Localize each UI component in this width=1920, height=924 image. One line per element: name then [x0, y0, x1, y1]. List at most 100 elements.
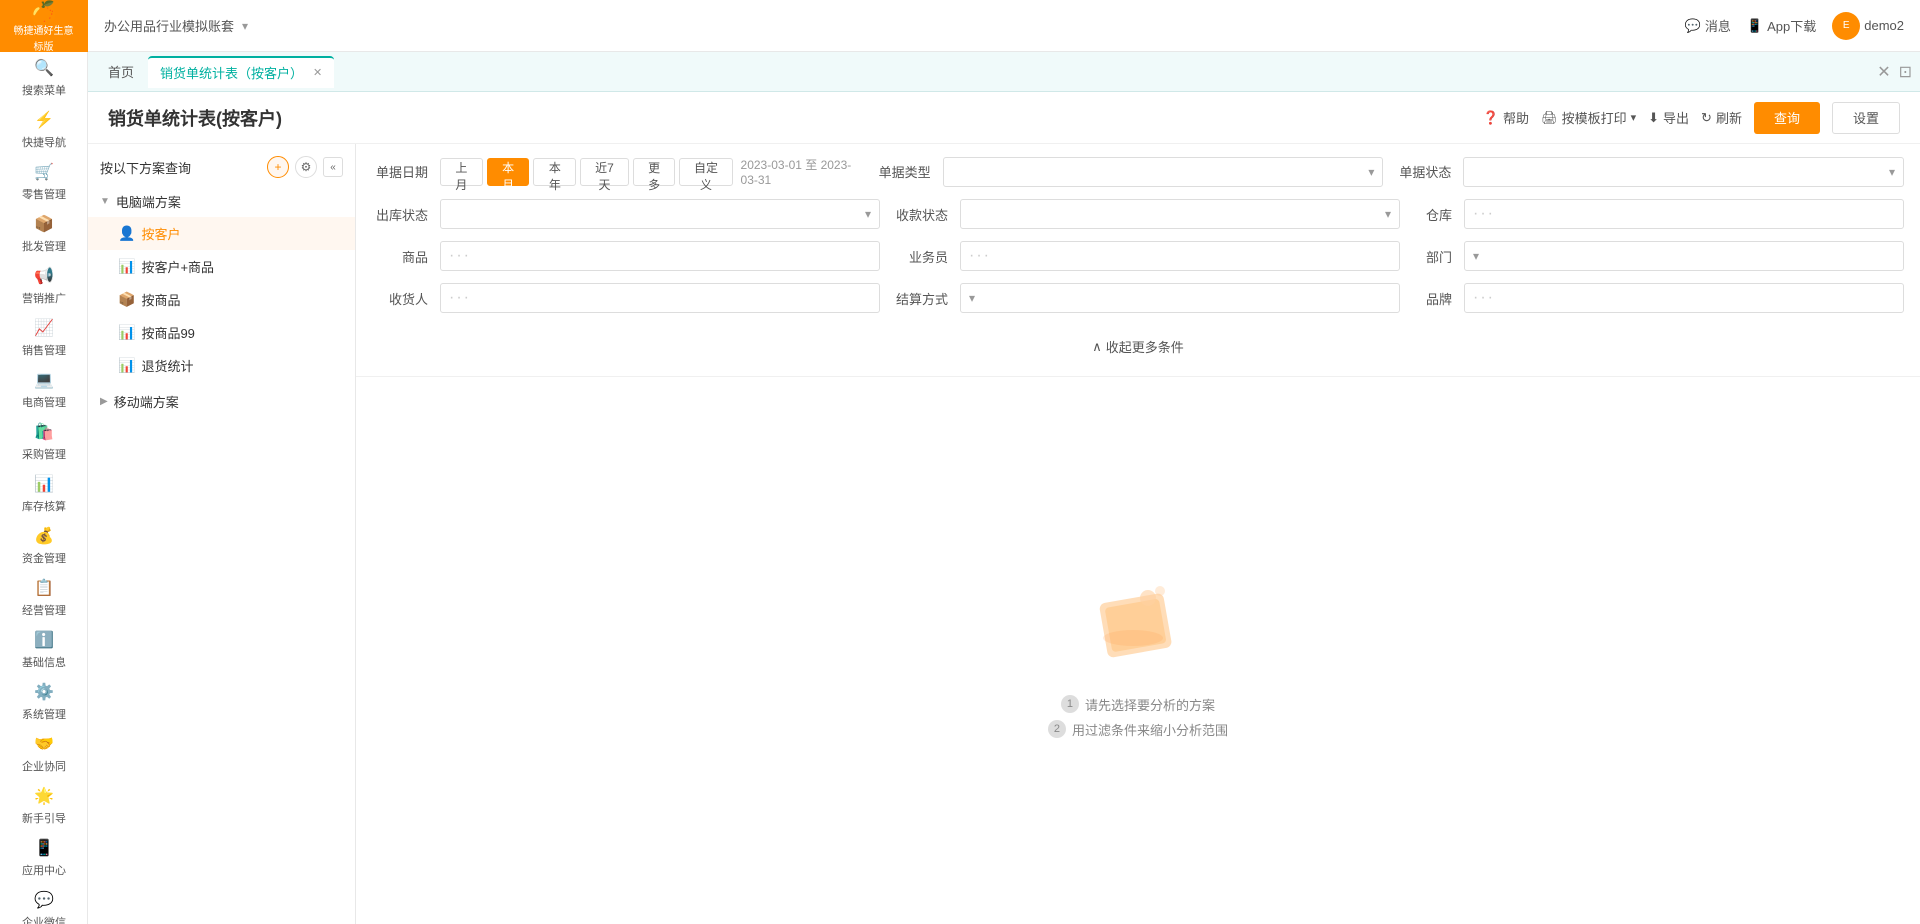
scheme-add-button[interactable]: +	[267, 156, 289, 178]
header-dropdown-text[interactable]: 办公用品行业模拟账套	[104, 16, 234, 35]
date-btn-custom[interactable]: 自定义	[679, 158, 732, 186]
receiver-dots: ···	[449, 289, 471, 307]
doc-status-arrow: ▾	[1889, 165, 1895, 179]
sidebar-icon-9: 💰	[34, 526, 54, 546]
payment-select[interactable]: ▾	[960, 283, 1400, 313]
date-btn-this-year[interactable]: 本年	[533, 158, 576, 186]
header-dropdown-arrow[interactable]: ▾	[242, 19, 248, 33]
doc-status-select[interactable]: ▾	[1463, 157, 1904, 187]
sidebar-item-16[interactable]: 💬企业微信	[0, 884, 87, 924]
sidebar-item-13[interactable]: 🤝企业协同	[0, 728, 87, 780]
scheme-settings-button[interactable]: ⚙	[295, 156, 317, 178]
sidebar-label-1: 快捷导航	[22, 134, 66, 150]
payment-arrow: ▾	[969, 291, 975, 305]
sidebar-label-10: 经营管理	[22, 602, 66, 618]
scheme-item-label-4: 退货统计	[141, 356, 193, 375]
app-download-label: App下载	[1767, 16, 1816, 35]
sidebar-icon-0: 🔍	[34, 58, 54, 78]
sidebar-item-1[interactable]: ⚡快捷导航	[0, 104, 87, 156]
scheme-item-2[interactable]: 📦按商品	[88, 283, 355, 316]
empty-hint-2: 2 用过滤条件来缩小分析范围	[1048, 720, 1228, 739]
scheme-item-0[interactable]: 👤按客户	[88, 217, 355, 250]
refresh-label: 刷新	[1716, 108, 1742, 127]
warehouse-select[interactable]: ···	[1464, 199, 1904, 229]
tab-close-icon[interactable]: ✕	[1877, 62, 1890, 82]
sidebar-label-12: 系统管理	[22, 706, 66, 722]
help-button[interactable]: ❓ 帮助	[1483, 108, 1529, 127]
sidebar-item-12[interactable]: ⚙️系统管理	[0, 676, 87, 728]
receipt-status-select[interactable]: ▾	[960, 199, 1400, 229]
query-button[interactable]: 查询	[1754, 102, 1820, 134]
refresh-button[interactable]: ↻ 刷新	[1701, 108, 1742, 127]
sidebar-item-8[interactable]: 📊库存核算	[0, 468, 87, 520]
date-btn-this-month[interactable]: 本月	[487, 158, 530, 186]
doc-type-arrow: ▾	[1368, 165, 1374, 179]
hint-text-1: 请先选择要分析的方案	[1085, 695, 1215, 714]
department-select[interactable]: ▾	[1464, 241, 1904, 271]
sidebar-item-10[interactable]: 📋经营管理	[0, 572, 87, 624]
collapse-button[interactable]: ∧ 收起更多条件	[1092, 329, 1184, 364]
tab-maximize-icon[interactable]: ⊡	[1899, 62, 1912, 82]
template-print-button[interactable]: 🖨 按模板打印 ▾	[1541, 108, 1636, 127]
scheme-collapse-button[interactable]: «	[323, 157, 343, 177]
doc-type-select[interactable]: ▾	[943, 157, 1384, 187]
date-btn-last-month[interactable]: 上月	[440, 158, 483, 186]
salesperson-select[interactable]: ···	[960, 241, 1400, 271]
product-select[interactable]: ···	[440, 241, 880, 271]
receiver-label: 收货人	[372, 289, 428, 308]
date-btn-more[interactable]: 更多	[633, 158, 676, 186]
department-arrow: ▾	[1473, 249, 1479, 263]
page-container: 销货单统计表(按客户) ❓ 帮助 🖨 按模板打印 ▾ ⬇ 导出 ↻ 刷新	[88, 92, 1920, 924]
app-download-button[interactable]: 📱 App下载	[1747, 16, 1816, 35]
sidebar-icon-11: ℹ️	[34, 630, 54, 650]
brand-select[interactable]: ···	[1464, 283, 1904, 313]
date-btn-last-7-days[interactable]: 近7天	[580, 158, 629, 186]
sidebar-item-3[interactable]: 📦批发管理	[0, 208, 87, 260]
filter-row-3: 商品 ··· 业务员 ··· 部门 ▾	[372, 241, 1904, 271]
tab-sales-stat[interactable]: 销货单统计表（按客户） ✕	[148, 56, 334, 88]
message-button[interactable]: 💬 消息	[1685, 16, 1731, 35]
sidebar-item-9[interactable]: 💰 资金管理	[0, 520, 87, 572]
logo-text: 畅捷通好生意	[14, 26, 74, 38]
receiver-select[interactable]: ···	[440, 283, 880, 313]
sidebar-label-8: 库存核算	[22, 498, 66, 514]
out-status-select[interactable]: ▾	[440, 199, 880, 229]
scheme-group-mobile-label: 移动端方案	[114, 392, 179, 411]
warehouse-label: 仓库	[1412, 205, 1452, 224]
settings-button[interactable]: 设置	[1832, 102, 1900, 134]
username-label: demo2	[1864, 18, 1904, 33]
sidebar-item-5[interactable]: 📈销售管理	[0, 312, 87, 364]
scheme-group-desktop-label: 电脑端方案	[116, 192, 181, 211]
tab-close-button[interactable]: ✕	[313, 66, 322, 79]
sidebar-label-11: 基础信息	[22, 654, 66, 670]
sidebar-label-7: 采购管理	[22, 446, 66, 462]
receipt-status-arrow: ▾	[1385, 207, 1391, 221]
hint-num-1: 1	[1061, 695, 1079, 713]
scheme-group-mobile-header[interactable]: ▶ 移动端方案	[88, 386, 355, 417]
tab-home[interactable]: 首页	[96, 56, 146, 88]
sidebar-item-7[interactable]: 🛍️ 采购管理	[0, 416, 87, 468]
scheme-item-3[interactable]: 📊按商品99	[88, 316, 355, 349]
scheme-item-1[interactable]: 📊按客户+商品	[88, 250, 355, 283]
date-range: 2023-03-01 至 2023-03-31	[741, 156, 863, 187]
sidebar-item-14[interactable]: 🌟新手引导	[0, 780, 87, 832]
sidebar-item-6[interactable]: 💻电商管理	[0, 364, 87, 416]
scheme-item-label-2: 按商品	[141, 290, 180, 309]
sidebar-item-15[interactable]: 📱应用中心	[0, 832, 87, 884]
sidebar-item-2[interactable]: 🛒零售管理	[0, 156, 87, 208]
sidebar-item-0[interactable]: 🔍搜索菜单	[0, 52, 87, 104]
user-menu[interactable]: E demo2	[1832, 12, 1904, 40]
header-right: 💬 消息 📱 App下载 E demo2	[1685, 12, 1904, 40]
export-button[interactable]: ⬇ 导出	[1648, 108, 1689, 127]
sidebar-item-11[interactable]: ℹ️ 基础信息	[0, 624, 87, 676]
sidebar-label-15: 应用中心	[22, 862, 66, 878]
sidebar-icon-4: 📢	[34, 266, 54, 286]
sidebar-item-4[interactable]: 📢营销推广	[0, 260, 87, 312]
sidebar-label-9: 资金管理	[22, 550, 66, 566]
logo-subtitle: 标版	[34, 38, 54, 53]
hint-text-2: 用过滤条件来缩小分析范围	[1072, 720, 1228, 739]
filter-content: 单据日期 上月 本月 本年 近7天 更多 自定义 2023-03-01 至 20…	[356, 144, 1920, 924]
scheme-item-4[interactable]: 📊退货统计	[88, 349, 355, 382]
sidebar-icon-7: 🛍️	[34, 422, 54, 442]
scheme-group-desktop-header[interactable]: ▼ 电脑端方案	[88, 186, 355, 217]
